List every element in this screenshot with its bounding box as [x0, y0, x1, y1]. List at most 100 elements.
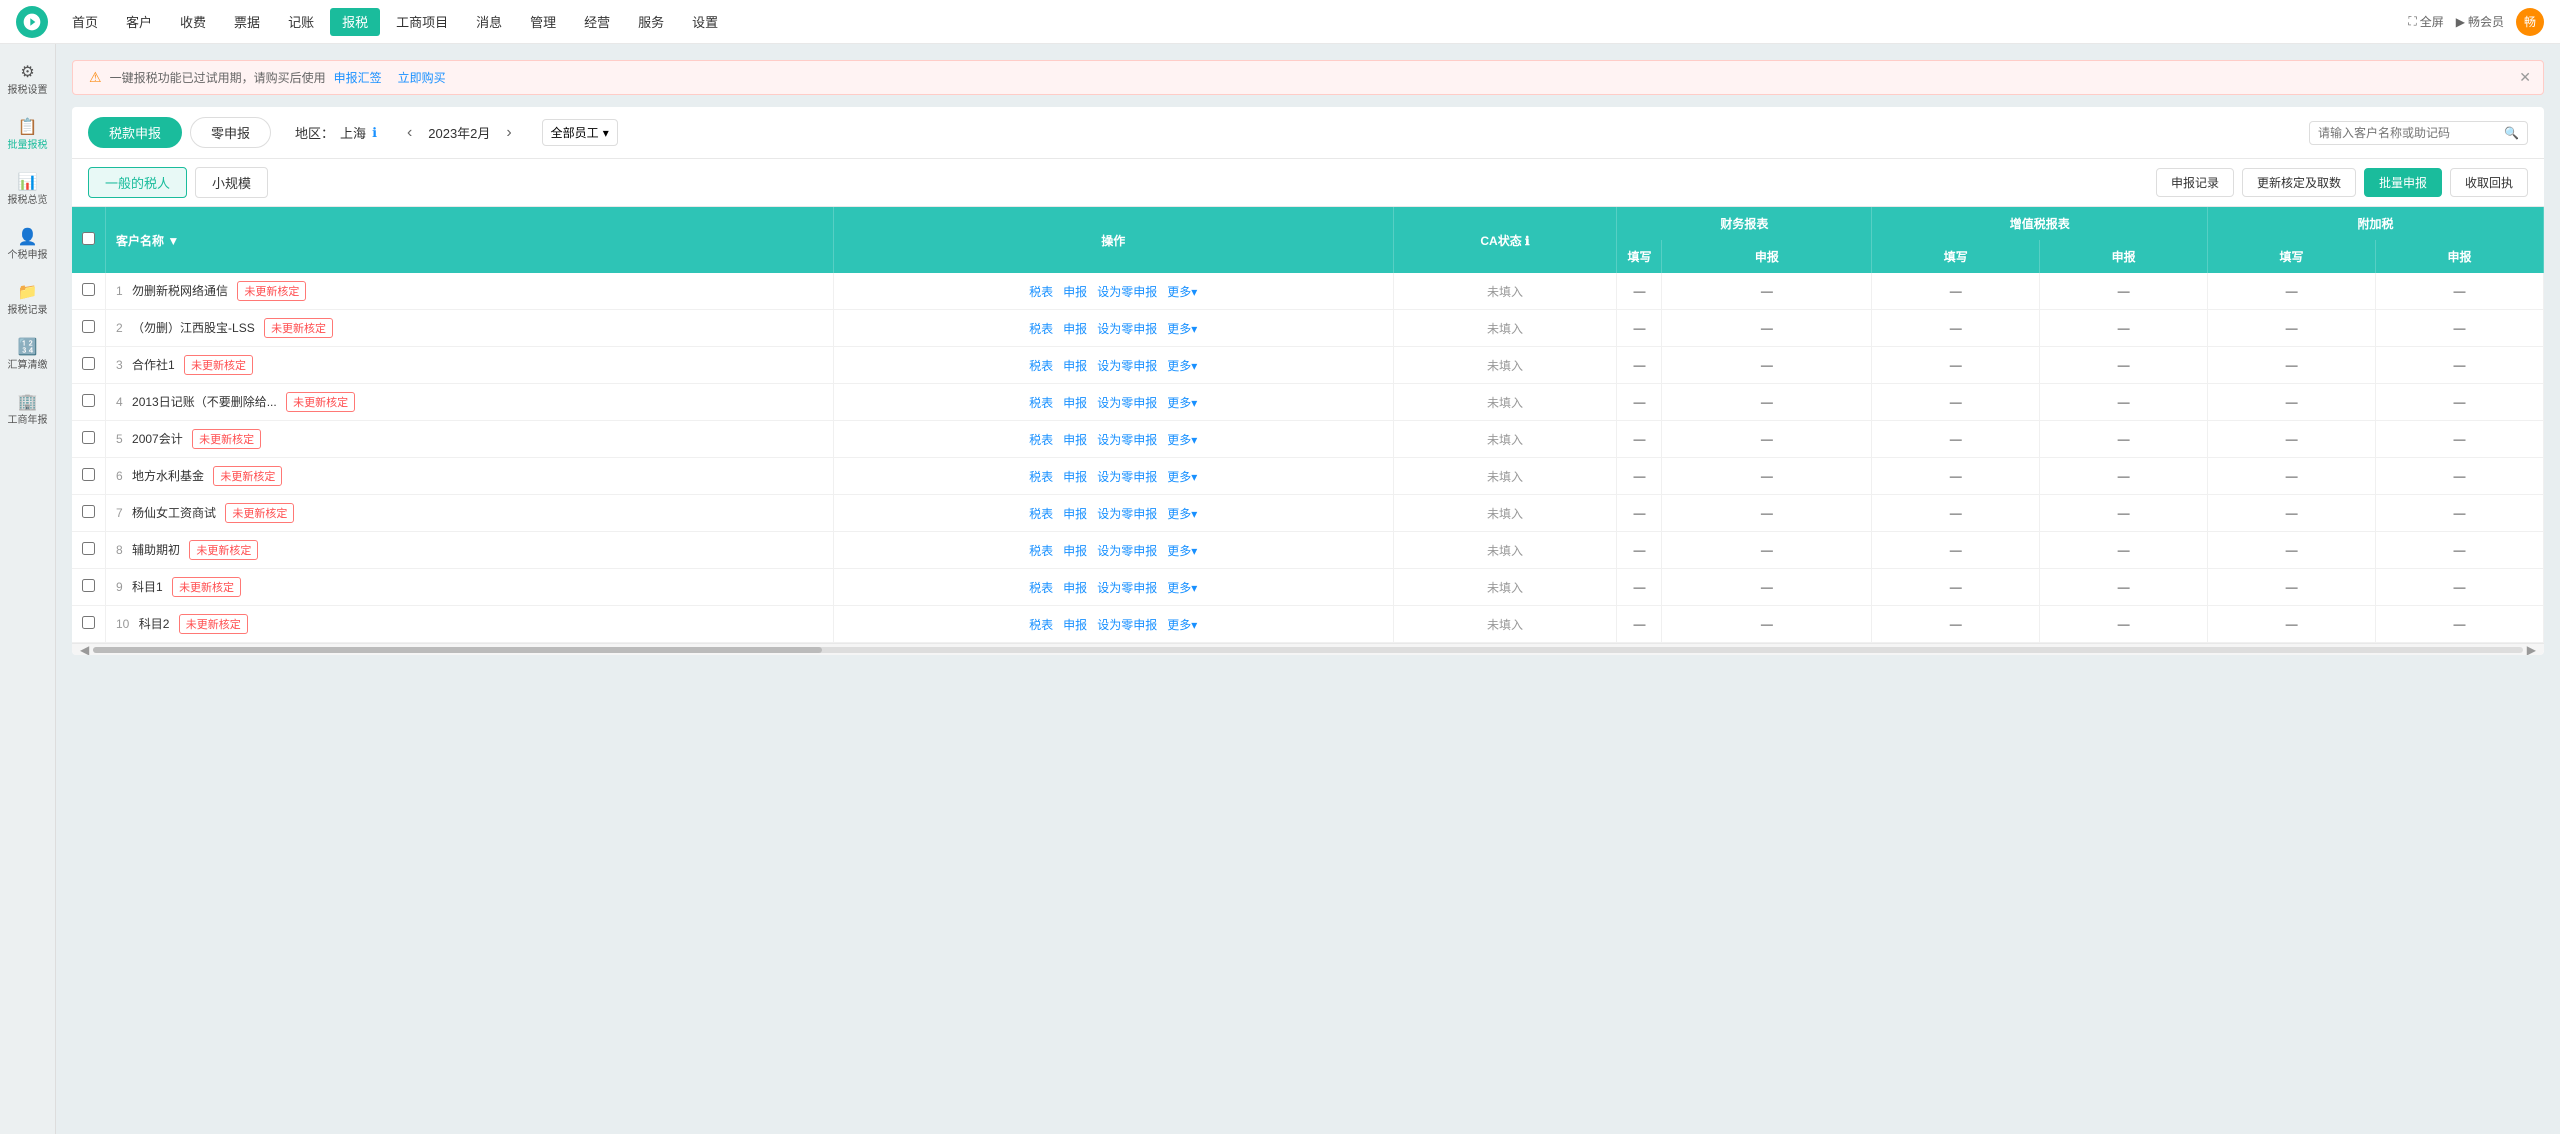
row-op-zero[interactable]: 设为零申报	[1097, 507, 1157, 521]
vip-button[interactable]: ▶ 畅会员	[2456, 13, 2504, 30]
info-icon[interactable]: ℹ	[372, 125, 377, 141]
row-op-declare[interactable]: 申报	[1063, 359, 1087, 373]
row-op-more[interactable]: 更多▾	[1167, 581, 1197, 595]
sidebar-item-tax-records[interactable]: 📁 报税记录	[0, 272, 55, 327]
row-tag[interactable]: 未更新核定	[184, 355, 253, 375]
row-op-taxform[interactable]: 税表	[1029, 544, 1053, 558]
row-op-zero[interactable]: 设为零申报	[1097, 544, 1157, 558]
nav-settings[interactable]: 设置	[680, 8, 730, 36]
scroll-right-arrow[interactable]: ▶	[2523, 643, 2540, 656]
nav-accounting[interactable]: 记账	[276, 8, 326, 36]
row-op-taxform[interactable]: 税表	[1029, 322, 1053, 336]
row-op-zero[interactable]: 设为零申报	[1097, 359, 1157, 373]
banner-link-report[interactable]: 申报汇签	[334, 69, 382, 86]
staff-selector[interactable]: 全部员工 ▾	[542, 119, 618, 146]
search-input[interactable]	[2318, 126, 2498, 140]
row-op-zero[interactable]: 设为零申报	[1097, 433, 1157, 447]
sidebar-item-tax-settings[interactable]: ⚙ 报税设置	[0, 52, 55, 107]
row-checkbox-2[interactable]	[82, 357, 95, 370]
retrieve-button[interactable]: 收取回执	[2450, 168, 2528, 197]
row-op-taxform[interactable]: 税表	[1029, 359, 1053, 373]
banner-close-button[interactable]: ✕	[2519, 69, 2531, 86]
row-op-declare[interactable]: 申报	[1063, 433, 1087, 447]
nav-service[interactable]: 服务	[626, 8, 676, 36]
sidebar-item-tax-report[interactable]: 📊 报税总览	[0, 162, 55, 217]
sidebar-item-industrial-report[interactable]: 🏢 工商年报	[0, 382, 55, 437]
row-tag[interactable]: 未更新核定	[189, 540, 258, 560]
tab-zero-declaration[interactable]: 零申报	[190, 117, 271, 148]
taxpayer-tab-general[interactable]: 一般的税人	[88, 167, 187, 198]
row-op-more[interactable]: 更多▾	[1167, 396, 1197, 410]
row-tag[interactable]: 未更新核定	[286, 392, 355, 412]
sidebar-item-personal-tax[interactable]: 👤 个税申报	[0, 217, 55, 272]
search-button[interactable]: 🔍	[2504, 126, 2519, 140]
tab-tax-declaration[interactable]: 税款申报	[88, 117, 182, 148]
row-tag[interactable]: 未更新核定	[179, 614, 248, 634]
row-checkbox-1[interactable]	[82, 320, 95, 333]
taxpayer-tab-small[interactable]: 小规模	[195, 167, 268, 198]
row-checkbox-8[interactable]	[82, 579, 95, 592]
row-tag[interactable]: 未更新核定	[264, 318, 333, 338]
row-op-zero[interactable]: 设为零申报	[1097, 285, 1157, 299]
row-op-declare[interactable]: 申报	[1063, 470, 1087, 484]
row-op-more[interactable]: 更多▾	[1167, 618, 1197, 632]
row-op-taxform[interactable]: 税表	[1029, 618, 1053, 632]
nav-management[interactable]: 管理	[518, 8, 568, 36]
row-op-zero[interactable]: 设为零申报	[1097, 470, 1157, 484]
record-button[interactable]: 申报记录	[2156, 168, 2234, 197]
row-checkbox-7[interactable]	[82, 542, 95, 555]
row-checkbox-6[interactable]	[82, 505, 95, 518]
row-tag[interactable]: 未更新核定	[237, 281, 306, 301]
row-op-zero[interactable]: 设为零申报	[1097, 618, 1157, 632]
row-op-more[interactable]: 更多▾	[1167, 322, 1197, 336]
row-op-taxform[interactable]: 税表	[1029, 470, 1053, 484]
row-op-taxform[interactable]: 税表	[1029, 507, 1053, 521]
row-tag[interactable]: 未更新核定	[213, 466, 282, 486]
banner-link-buy[interactable]: 立即购买	[398, 69, 446, 86]
scroll-left-arrow[interactable]: ◀	[76, 643, 93, 656]
period-next-button[interactable]: ›	[500, 122, 517, 144]
nav-tax[interactable]: 报税	[330, 8, 380, 36]
batch-declare-button[interactable]: 批量申报	[2364, 168, 2442, 197]
row-checkbox-3[interactable]	[82, 394, 95, 407]
row-op-declare[interactable]: 申报	[1063, 322, 1087, 336]
sidebar-item-batch-tax[interactable]: 📋 批量报税	[0, 107, 55, 162]
row-op-more[interactable]: 更多▾	[1167, 285, 1197, 299]
row-op-more[interactable]: 更多▾	[1167, 470, 1197, 484]
row-op-taxform[interactable]: 税表	[1029, 433, 1053, 447]
nav-invoice[interactable]: 票据	[222, 8, 272, 36]
row-tag[interactable]: 未更新核定	[192, 429, 261, 449]
fullscreen-button[interactable]: ⛶ 全屏	[2408, 13, 2443, 30]
nav-industrial[interactable]: 工商项目	[384, 8, 460, 36]
row-op-declare[interactable]: 申报	[1063, 581, 1087, 595]
row-tag[interactable]: 未更新核定	[172, 577, 241, 597]
row-op-declare[interactable]: 申报	[1063, 285, 1087, 299]
select-all-checkbox[interactable]	[82, 232, 95, 245]
nav-home[interactable]: 首页	[60, 8, 110, 36]
row-checkbox-5[interactable]	[82, 468, 95, 481]
row-op-taxform[interactable]: 税表	[1029, 581, 1053, 595]
row-tag[interactable]: 未更新核定	[225, 503, 294, 523]
nav-customers[interactable]: 客户	[114, 8, 164, 36]
row-op-declare[interactable]: 申报	[1063, 618, 1087, 632]
row-op-declare[interactable]: 申报	[1063, 396, 1087, 410]
row-op-zero[interactable]: 设为零申报	[1097, 581, 1157, 595]
row-checkbox-0[interactable]	[82, 283, 95, 296]
row-checkbox-9[interactable]	[82, 616, 95, 629]
nav-operation[interactable]: 经营	[572, 8, 622, 36]
row-op-more[interactable]: 更多▾	[1167, 507, 1197, 521]
row-op-taxform[interactable]: 税表	[1029, 285, 1053, 299]
row-op-zero[interactable]: 设为零申报	[1097, 322, 1157, 336]
sidebar-item-calculation[interactable]: 🔢 汇算清缴	[0, 327, 55, 382]
nav-billing[interactable]: 收费	[168, 8, 218, 36]
row-op-more[interactable]: 更多▾	[1167, 359, 1197, 373]
row-op-declare[interactable]: 申报	[1063, 544, 1087, 558]
row-op-declare[interactable]: 申报	[1063, 507, 1087, 521]
row-checkbox-4[interactable]	[82, 431, 95, 444]
row-op-more[interactable]: 更多▾	[1167, 544, 1197, 558]
nav-message[interactable]: 消息	[464, 8, 514, 36]
period-prev-button[interactable]: ‹	[401, 122, 418, 144]
row-op-taxform[interactable]: 税表	[1029, 396, 1053, 410]
update-button[interactable]: 更新核定及取数	[2242, 168, 2356, 197]
row-op-zero[interactable]: 设为零申报	[1097, 396, 1157, 410]
